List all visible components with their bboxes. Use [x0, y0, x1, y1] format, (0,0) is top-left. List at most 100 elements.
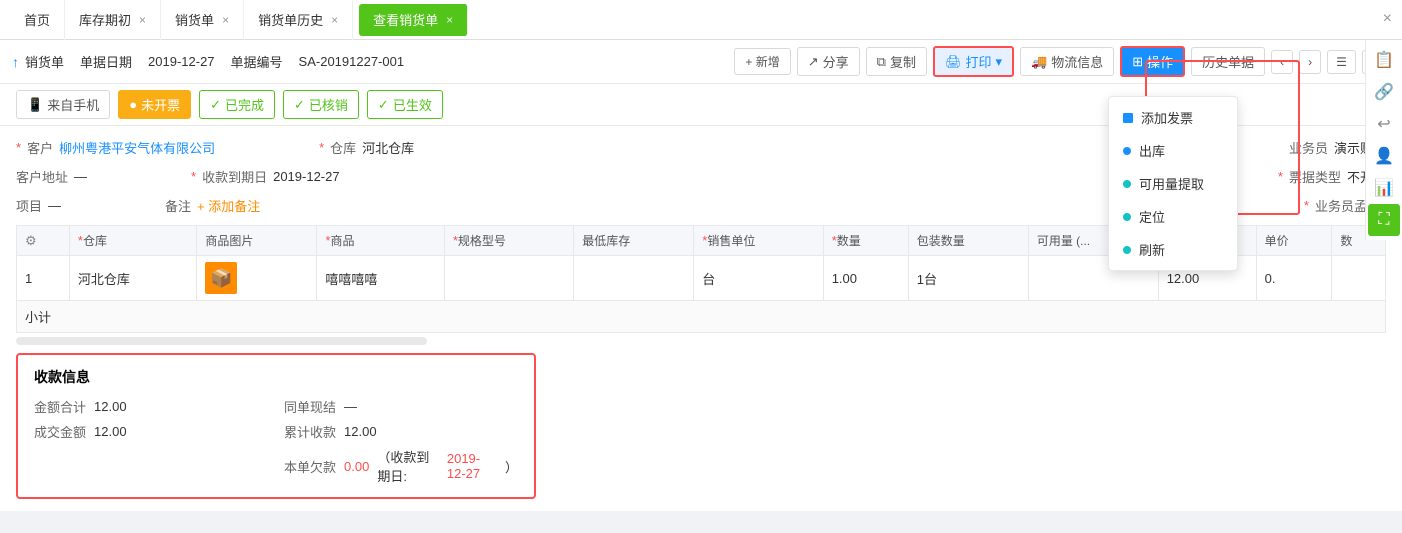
col-quantity: *数量	[823, 226, 908, 256]
refresh-icon	[1123, 246, 1131, 254]
check-icon: ✓	[210, 97, 221, 113]
row-min-stock	[574, 256, 694, 301]
payment-info-title: 收款信息	[34, 367, 518, 387]
copy-button[interactable]: ⧉ 复制	[866, 47, 927, 76]
right-icon-2[interactable]: 🔗	[1368, 76, 1400, 108]
payment-date-field: * 收款到期日 2019-12-27	[191, 167, 340, 186]
from-phone-button[interactable]: 📱 来自手机	[16, 90, 110, 119]
print-dropdown-icon: ▾	[996, 54, 1003, 70]
effective-button[interactable]: ✓ 已生效	[367, 90, 443, 119]
row-pack-qty: 1台	[908, 256, 1028, 301]
row-extra	[1332, 256, 1386, 301]
number-value: SA-20191227-001	[299, 54, 405, 69]
share-icon: ↗	[808, 54, 819, 70]
right-icon-6[interactable]: ⛶	[1368, 204, 1400, 236]
add-note-button[interactable]: + 添加备注	[197, 196, 260, 215]
customer-field: * 客户 柳州粤港平安气体有限公司	[16, 138, 215, 157]
row-quantity: 1.00	[823, 256, 908, 301]
col-sales-unit: *销售单位	[694, 226, 823, 256]
doc-type-label: ↑ 销货单	[12, 52, 64, 71]
col-spec: *规格型号	[444, 226, 573, 256]
doc-meta: 单据日期 2019-12-27 单据编号 SA-20191227-001	[80, 52, 404, 71]
col-min-stock: 最低库存	[574, 226, 694, 256]
col-price: 单价	[1256, 226, 1332, 256]
tab-sales-history-close[interactable]: ×	[331, 13, 338, 27]
row-image: 📦	[197, 256, 317, 301]
horizontal-scrollbar[interactable]	[16, 337, 427, 345]
right-icon-1[interactable]: 📋	[1368, 44, 1400, 76]
date-label: 单据日期	[80, 52, 132, 71]
note-field: 备注 + 添加备注	[165, 196, 260, 215]
outbound-icon	[1123, 147, 1131, 155]
history-button[interactable]: 历史单据	[1191, 47, 1265, 76]
row-spec	[444, 256, 573, 301]
phone-icon: 📱	[27, 97, 43, 113]
tab-home[interactable]: 首页	[10, 0, 65, 40]
address-field: 客户地址 —	[16, 167, 87, 186]
outbound-item[interactable]: 出库	[1109, 134, 1237, 167]
truck-icon: 🚚	[1031, 54, 1047, 70]
effective-check-icon: ✓	[378, 97, 389, 113]
col-gear: ⚙	[17, 226, 70, 256]
product-image: 📦	[205, 262, 237, 294]
right-icon-4[interactable]: 👤	[1368, 140, 1400, 172]
available-qty-item[interactable]: 可用量提取	[1109, 167, 1237, 200]
tab-inventory[interactable]: 库存期初 ×	[65, 0, 161, 40]
row-sales-unit: 台	[694, 256, 823, 301]
copy-icon: ⧉	[877, 54, 886, 70]
add-invoice-icon	[1123, 113, 1133, 123]
warehouse-field: * 仓库 河北仓库	[319, 138, 414, 157]
project-field: 项目 —	[16, 196, 61, 215]
col-image: 商品图片	[197, 226, 317, 256]
date-value: 2019-12-27	[148, 54, 215, 69]
payment-info-box: 收款信息 金额合计 12.00 同单现结 — 成交金额 12.00 累计收款 1…	[16, 353, 536, 499]
col-pack: 包装数量	[908, 226, 1028, 256]
tab-sales-history[interactable]: 销货单历史 ×	[244, 0, 353, 40]
col-product: *商品	[317, 226, 444, 256]
refresh-item[interactable]: 刷新	[1109, 233, 1237, 266]
grid-icon: ⊞	[1132, 54, 1143, 70]
tab-sales-close[interactable]: ×	[222, 13, 229, 27]
accumulated-item: 累计收款 12.00	[284, 422, 518, 441]
transaction-item: 成交金额 12.00	[34, 422, 268, 441]
tab-view-sales[interactable]: 查看销货单 ×	[359, 4, 468, 36]
right-icon-3[interactable]: ↩	[1368, 108, 1400, 140]
owing-item: 本单欠款 0.00 （收款到期日: 2019-12-27 ）	[284, 447, 518, 485]
payment-info-grid: 金额合计 12.00 同单现结 — 成交金额 12.00 累计收款 12.00 …	[34, 397, 518, 485]
subtotal-label: 小计	[17, 301, 1386, 333]
same-bill-item: 同单现结 —	[284, 397, 518, 416]
window-close-icon[interactable]: ×	[1383, 10, 1392, 28]
locate-item[interactable]: 定位	[1109, 200, 1237, 233]
tab-sales[interactable]: 销货单 ×	[161, 0, 244, 40]
main-toolbar: ↑ 销货单 单据日期 2019-12-27 单据编号 SA-20191227-0…	[0, 40, 1402, 84]
tab-view-sales-close[interactable]: ×	[446, 13, 453, 27]
print-button[interactable]: 🖨 打印 ▾	[933, 46, 1014, 77]
logistics-button[interactable]: 🚚 物流信息	[1020, 47, 1114, 76]
gear-icon: ⚙	[25, 233, 37, 248]
view1-button[interactable]: ☰	[1327, 50, 1356, 74]
right-icon-5[interactable]: 📊	[1368, 172, 1400, 204]
right-panel: 📋 🔗 ↩ 👤 📊 ⛶	[1365, 40, 1402, 240]
next-button[interactable]: ›	[1299, 50, 1321, 74]
tab-inventory-close[interactable]: ×	[139, 13, 146, 27]
cancel-check-icon: ✓	[294, 97, 305, 113]
share-button[interactable]: ↗ 分享	[797, 47, 860, 76]
row-unit-price: 0.	[1256, 256, 1332, 301]
tab-bar: 首页 库存期初 × 销货单 × 销货单历史 × 查看销货单 × ×	[0, 0, 1402, 40]
add-invoice-item[interactable]: 添加发票	[1109, 101, 1237, 134]
operations-dropdown: 添加发票 出库 可用量提取 定位 刷新	[1108, 96, 1238, 271]
prev-button[interactable]: ‹	[1271, 50, 1293, 74]
col-warehouse: *仓库	[69, 226, 196, 256]
amount-total-item: 金额合计 12.00	[34, 397, 268, 416]
available-qty-icon	[1123, 180, 1131, 188]
row-product: 嘻嘻嘻嘻	[317, 256, 444, 301]
new-button[interactable]: + 新增	[734, 48, 790, 75]
not-open-button[interactable]: ● 未开票	[118, 90, 191, 119]
locate-icon	[1123, 213, 1131, 221]
cancelled-button[interactable]: ✓ 已核销	[283, 90, 359, 119]
table-subtotal-row: 小计	[17, 301, 1386, 333]
operations-button[interactable]: ⊞ 操作	[1120, 46, 1185, 77]
row-warehouse: 河北仓库	[69, 256, 196, 301]
done-button[interactable]: ✓ 已完成	[199, 90, 275, 119]
row-index: 1	[17, 256, 70, 301]
